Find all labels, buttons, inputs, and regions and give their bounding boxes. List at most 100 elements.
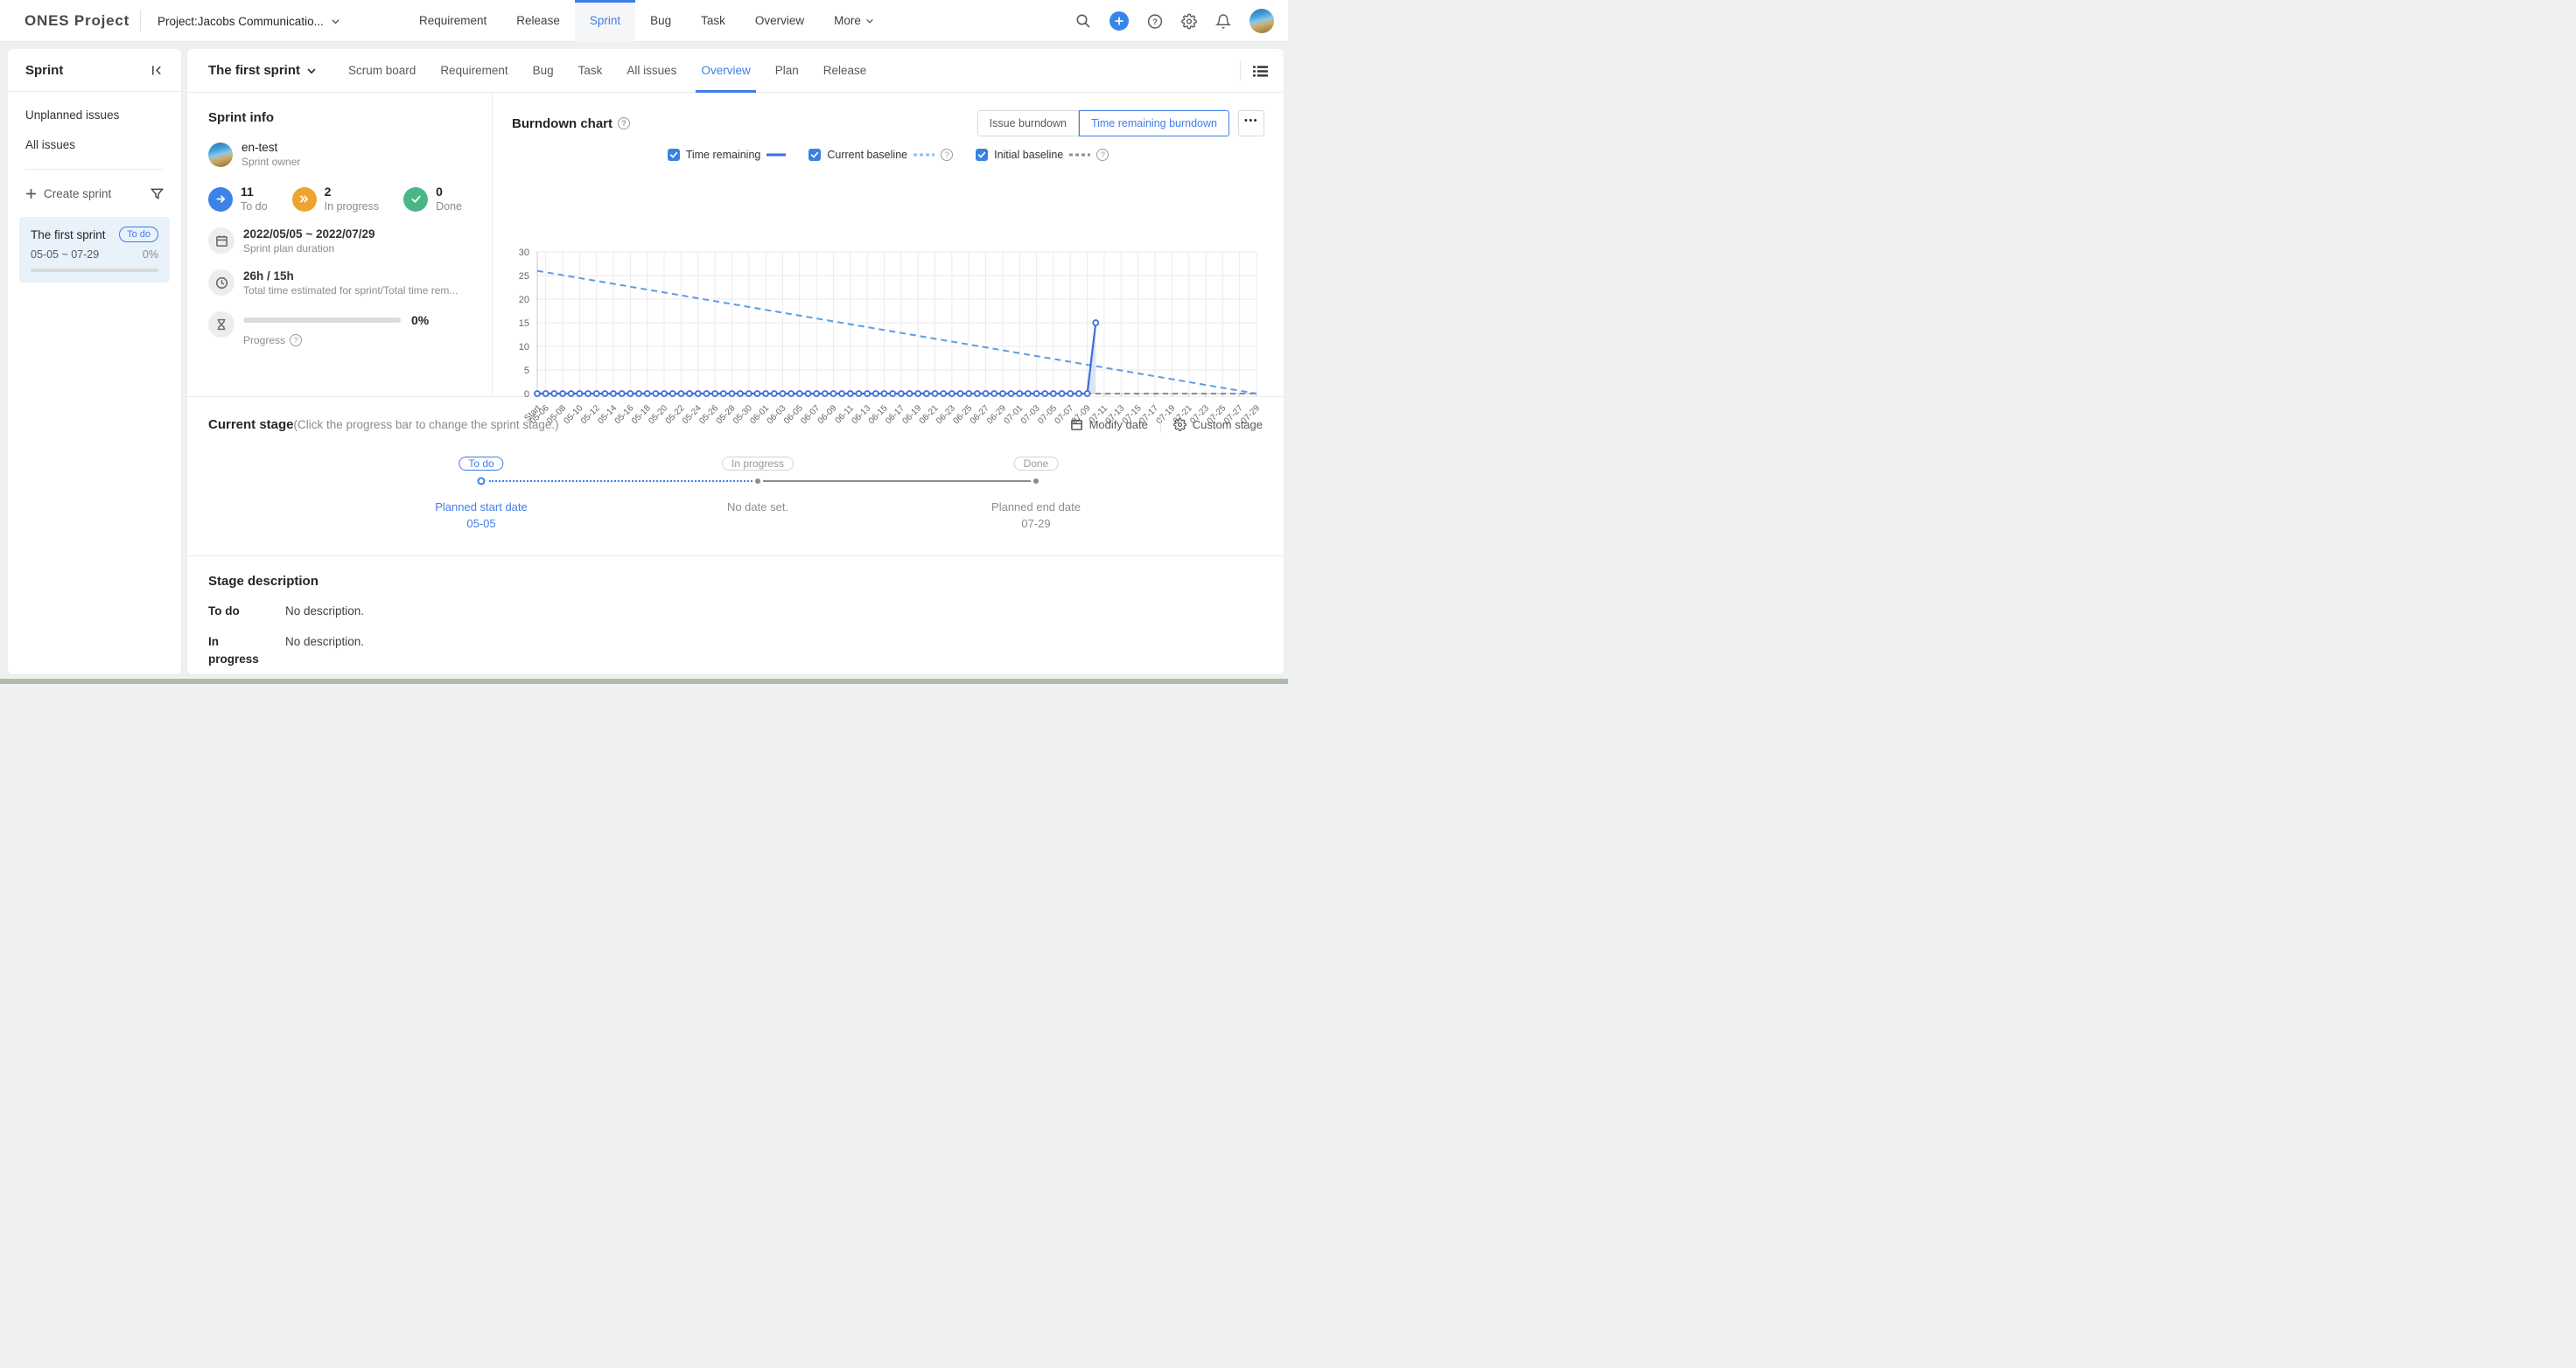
status-summary-row: 11 To do 2 In progress 0 Done — [208, 185, 478, 213]
description-text: No description. — [285, 604, 365, 618]
legend-time-remaining[interactable]: Time remaining — [667, 149, 787, 161]
project-selector[interactable]: Project:Jacobs Communicatio... — [158, 0, 340, 42]
stage-pill-in-progress[interactable]: In progress — [721, 455, 794, 472]
legend-current-baseline[interactable]: Current baseline ? — [808, 149, 954, 161]
sprint-progress-value: 0% — [411, 313, 430, 328]
sprint-info-title: Sprint info — [208, 110, 274, 125]
tab-scrum-board[interactable]: Scrum board — [336, 49, 428, 93]
svg-text:25: 25 — [519, 271, 529, 282]
status-todo[interactable]: 11 To do — [208, 185, 268, 213]
topbar-actions: ? — [1075, 0, 1274, 42]
svg-text:10: 10 — [519, 342, 529, 352]
sidebar-item-all-issues[interactable]: All issues — [8, 130, 181, 160]
tab-overview[interactable]: Overview — [689, 49, 762, 93]
status-in-progress[interactable]: 2 In progress — [291, 185, 379, 213]
sprint-progress-bar[interactable] — [243, 318, 401, 324]
custom-stage-button[interactable]: Custom stage — [1172, 418, 1263, 431]
sidebar-items: Unplanned issues All issues — [8, 92, 181, 160]
stage-description-title: Stage description — [208, 574, 318, 589]
calendar-icon — [1070, 418, 1082, 430]
current-stage-subtitle: (Click the progress bar to change the sp… — [293, 417, 559, 431]
owner-avatar[interactable] — [208, 142, 233, 167]
sprint-item-progress: 0% — [142, 248, 158, 261]
burndown-title: Burndown chart — [512, 115, 612, 131]
owner-role: Sprint owner — [242, 156, 301, 168]
legend-initial-baseline[interactable]: Initial baseline ? — [976, 149, 1110, 161]
help-icon[interactable]: ? — [618, 117, 630, 129]
chevron-down-icon — [866, 18, 873, 24]
tab-all-issues[interactable]: All issues — [614, 49, 689, 93]
list-view-icon[interactable] — [1253, 65, 1268, 78]
sprint-list-item[interactable]: The first sprint To do 05-05 ~ 07-29 0% — [19, 217, 170, 283]
nav-overview[interactable]: Overview — [740, 0, 819, 42]
clock-icon — [208, 269, 234, 297]
more-options-button[interactable]: ••• — [1238, 110, 1264, 136]
issue-burndown-button[interactable]: Issue burndown — [976, 110, 1079, 136]
gear-icon[interactable] — [1181, 13, 1197, 29]
overview-top-section: Sprint info en-test Sprint owner 11 To d… — [187, 93, 1284, 426]
bell-icon[interactable] — [1215, 13, 1231, 29]
current-stage-title: Current stage — [208, 416, 294, 432]
sidebar-separator — [25, 169, 164, 170]
sprint-item-name: The first sprint — [31, 227, 106, 241]
create-sprint-button[interactable]: Create sprint — [25, 187, 111, 200]
filter-icon[interactable] — [150, 187, 164, 200]
tab-plan[interactable]: Plan — [763, 49, 811, 93]
nav-requirement[interactable]: Requirement — [404, 0, 501, 42]
stage-pill-todo[interactable]: To do — [458, 455, 504, 472]
help-icon[interactable]: ? — [1147, 13, 1163, 29]
status-done[interactable]: 0 Done — [403, 185, 462, 213]
done-count: 0 — [436, 185, 443, 199]
todo-status-icon — [208, 186, 233, 212]
top-bar: ONES Project Project:Jacobs Communicatio… — [0, 0, 1288, 42]
time-remaining-burndown-button[interactable]: Time remaining burndown — [1078, 110, 1229, 136]
stage-node-todo[interactable] — [477, 477, 486, 485]
nav-bug[interactable]: Bug — [635, 0, 686, 42]
help-icon[interactable]: ? — [941, 149, 954, 161]
collapse-sidebar-icon[interactable] — [150, 64, 164, 77]
sprint-tabs-row: The first sprint Scrum board Requirement… — [187, 49, 1284, 93]
svg-text:30: 30 — [519, 248, 529, 258]
tab-requirement[interactable]: Requirement — [428, 49, 520, 93]
tab-task[interactable]: Task — [566, 49, 615, 93]
nav-more[interactable]: More — [819, 0, 889, 42]
description-stage: To do — [208, 604, 240, 618]
search-icon[interactable] — [1075, 13, 1091, 29]
stage-node-done[interactable] — [1033, 478, 1039, 484]
double-chevron-icon — [300, 195, 309, 203]
sidebar-item-unplanned-issues[interactable]: Unplanned issues — [8, 101, 181, 130]
todo-label: To do — [241, 200, 268, 213]
stage-pill-done[interactable]: Done — [1013, 455, 1059, 472]
sprint-selector[interactable]: The first sprint — [208, 63, 317, 78]
duration-row: 2022/05/05 ~ 2022/07/29 Sprint plan dura… — [208, 227, 478, 255]
create-sprint-label: Create sprint — [44, 186, 112, 200]
user-avatar[interactable] — [1250, 9, 1274, 33]
create-button[interactable] — [1110, 11, 1129, 31]
in-progress-status-icon — [291, 186, 317, 212]
sidebar-header: Sprint — [8, 49, 181, 92]
nav-sprint[interactable]: Sprint — [574, 0, 636, 42]
checkbox-checked-icon[interactable] — [808, 149, 822, 161]
time-estimate: 26h / 15h — [243, 269, 294, 283]
checkbox-checked-icon[interactable] — [667, 149, 680, 161]
done-status-icon — [403, 186, 429, 212]
sprint-item-status-badge: To do — [119, 227, 158, 242]
modify-date-label: Modify date — [1088, 417, 1148, 431]
nav-release[interactable]: Release — [501, 0, 575, 42]
legend-label: Time remaining — [685, 149, 761, 161]
nav-task[interactable]: Task — [686, 0, 740, 42]
checkbox-checked-icon[interactable] — [976, 149, 989, 161]
solid-line-sample — [766, 153, 787, 157]
stage-progress-track[interactable]: To do In progress Done Planned start dat… — [208, 436, 1263, 541]
sprint-duration: 2022/05/05 ~ 2022/07/29 — [243, 227, 375, 241]
tab-release[interactable]: Release — [811, 49, 879, 93]
help-icon[interactable]: ? — [290, 334, 303, 347]
stage-node-in-progress[interactable] — [755, 478, 760, 484]
tab-bug[interactable]: Bug — [521, 49, 566, 93]
description-text: No description. — [285, 635, 365, 648]
stage-segment-solid[interactable] — [763, 480, 1031, 482]
stage-segment-dotted[interactable] — [489, 480, 752, 482]
modify-date-button[interactable]: Modify date — [1070, 418, 1148, 431]
sprint-sidebar: Sprint Unplanned issues All issues Creat… — [8, 49, 181, 674]
help-icon[interactable]: ? — [1096, 149, 1110, 161]
